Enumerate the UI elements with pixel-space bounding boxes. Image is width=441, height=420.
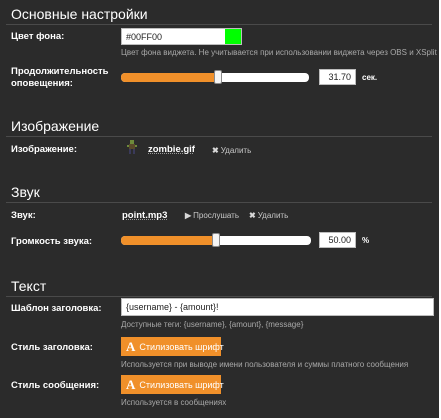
bg-color-hint: Цвет фона виджета. Не учитывается при ис… [121, 48, 437, 57]
duration-slider-handle[interactable] [214, 70, 222, 84]
volume-unit: % [362, 236, 370, 245]
image-label: Изображение: [11, 144, 77, 155]
volume-slider-fill [121, 236, 216, 245]
section-title-text: Текст [11, 278, 47, 294]
volume-slider-handle[interactable] [212, 233, 220, 247]
sound-delete-button[interactable]: ✖ Удалить [249, 211, 288, 220]
message-style-hint: Используется в сообщениях [121, 398, 227, 407]
sound-play-label: Прослушать [193, 211, 239, 220]
font-icon: A [126, 376, 136, 392]
close-icon: ✖ [212, 146, 219, 155]
volume-input[interactable]: 50.00 [319, 232, 356, 248]
close-icon: ✖ [249, 211, 256, 220]
duration-input[interactable]: 31.70 [319, 69, 356, 85]
duration-value: 31.70 [328, 72, 351, 82]
divider [6, 296, 432, 297]
message-style-button[interactable]: A Стилизовать шрифт [121, 375, 224, 394]
divider [6, 24, 432, 25]
image-delete-button[interactable]: ✖ Удалить [212, 146, 251, 155]
settings-panel: Основные настройки Цвет фона: #00FF00 Цв… [0, 0, 441, 420]
divider [6, 136, 432, 137]
header-style-button[interactable]: A Стилизовать шрифт [121, 337, 224, 356]
sound-filename[interactable]: point.mp3 [122, 210, 167, 221]
header-style-hint: Используется при выводе имени пользовате… [121, 360, 409, 369]
divider [6, 202, 432, 203]
header-style-label: Стиль заголовка: [11, 342, 93, 353]
bg-color-label: Цвет фона: [11, 31, 65, 42]
header-template-value: {username} - {amount}! [126, 302, 219, 312]
section-title-basic: Основные настройки [11, 6, 148, 22]
image-delete-label: Удалить [220, 146, 252, 155]
message-style-button-label: Стилизовать шрифт [139, 379, 224, 390]
volume-value: 50.00 [328, 235, 351, 245]
font-icon: A [126, 338, 136, 354]
duration-unit: сек. [362, 73, 378, 82]
sound-label: Звук: [11, 210, 36, 221]
sound-delete-label: Удалить [257, 211, 289, 220]
header-template-hint: Доступные теги: {username}, {amount}, {m… [121, 320, 304, 329]
header-template-label: Шаблон заголовка: [11, 303, 102, 314]
color-swatch[interactable] [225, 29, 241, 44]
bg-color-input[interactable]: #00FF00 [121, 28, 242, 45]
header-template-input[interactable]: {username} - {amount}! [121, 298, 434, 316]
image-filename[interactable]: zombie.gif [148, 144, 195, 155]
section-title-image: Изображение [11, 118, 100, 134]
message-style-label: Стиль сообщения: [11, 380, 100, 391]
duration-slider-fill [121, 73, 218, 82]
section-title-sound: Звук [11, 184, 40, 200]
sound-play-button[interactable]: ▶ Прослушать [185, 211, 239, 220]
play-icon: ▶ [185, 211, 192, 220]
zombie-thumbnail-icon [127, 140, 137, 154]
volume-label: Громкость звука: [11, 236, 93, 247]
duration-label: Продолжительность оповещения: [11, 66, 109, 89]
header-style-button-label: Стилизовать шрифт [139, 341, 224, 352]
bg-color-value: #00FF00 [126, 31, 163, 42]
